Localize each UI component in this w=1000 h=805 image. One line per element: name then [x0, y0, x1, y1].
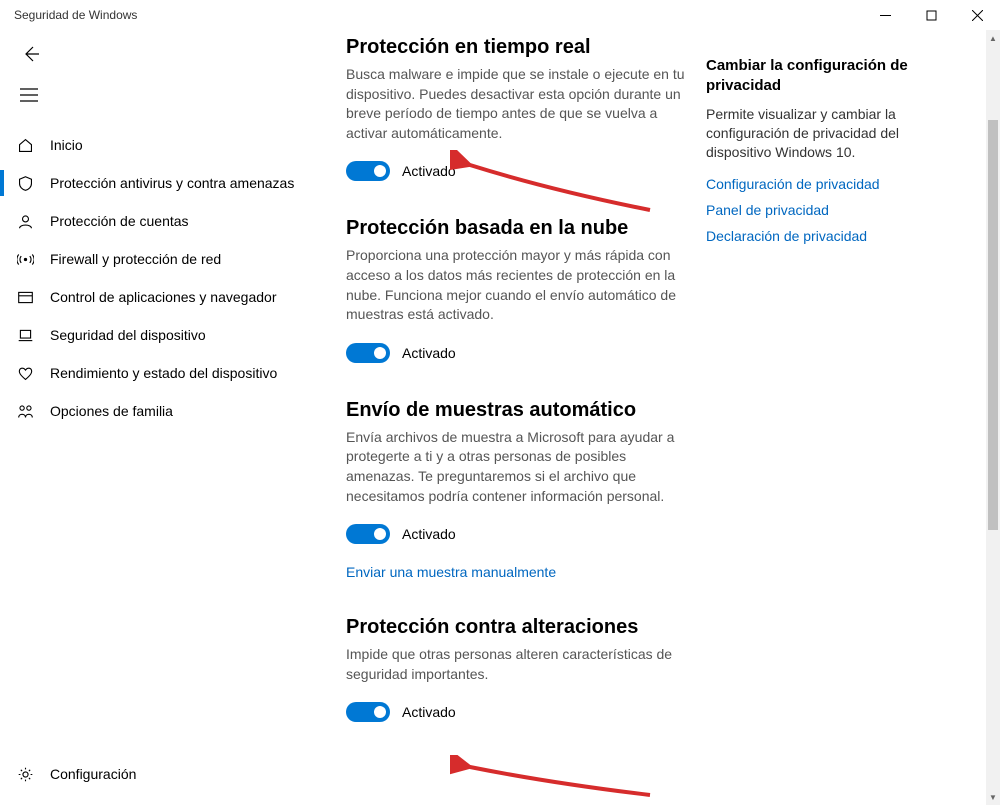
section-tamper-protection: Protección contra alteraciones Impide qu… — [346, 616, 694, 722]
maximize-button[interactable] — [908, 0, 954, 30]
link-privacy-settings[interactable]: Configuración de privacidad — [706, 176, 946, 192]
section-title: Protección basada en la nube — [346, 217, 694, 240]
nav-item-device-security[interactable]: Seguridad del dispositivo — [0, 316, 322, 354]
toggle-realtime-protection[interactable] — [346, 161, 390, 181]
window-icon — [16, 288, 34, 306]
nav-label: Opciones de familia — [50, 403, 173, 419]
nav-label: Control de aplicaciones y navegador — [50, 289, 276, 305]
close-button[interactable] — [954, 0, 1000, 30]
section-title: Protección en tiempo real — [346, 36, 694, 59]
section-title: Protección contra alteraciones — [346, 616, 694, 639]
heart-pulse-icon — [16, 364, 34, 382]
nav-item-account-protection[interactable]: Protección de cuentas — [0, 202, 322, 240]
window-controls — [862, 0, 1000, 30]
nav-label: Seguridad del dispositivo — [50, 327, 206, 343]
link-privacy-statement[interactable]: Declaración de privacidad — [706, 228, 946, 244]
right-panel-title: Cambiar la configuración de privacidad — [706, 56, 946, 95]
nav-list: Inicio Protección antivirus y contra ame… — [0, 126, 322, 430]
scroll-down-icon[interactable]: ▼ — [986, 789, 1000, 805]
right-panel-description: Permite visualizar y cambiar la configur… — [706, 105, 946, 162]
nav-label: Configuración — [50, 766, 136, 782]
family-icon — [16, 402, 34, 420]
section-cloud-protection: Protección basada en la nube Proporciona… — [346, 217, 694, 362]
nav-label: Protección de cuentas — [50, 213, 189, 229]
toggle-cloud-protection[interactable] — [346, 343, 390, 363]
right-panel: Cambiar la configuración de privacidad P… — [706, 36, 946, 805]
section-automatic-sample-submission: Envío de muestras automático Envía archi… — [346, 399, 694, 580]
toggle-automatic-sample[interactable] — [346, 524, 390, 544]
nav-item-device-performance[interactable]: Rendimiento y estado del dispositivo — [0, 354, 322, 392]
nav-label: Rendimiento y estado del dispositivo — [50, 365, 277, 381]
nav-label: Inicio — [50, 137, 83, 153]
window-title: Seguridad de Windows — [14, 8, 137, 22]
section-description: Busca malware e impide que se instale o … — [346, 65, 694, 143]
laptop-icon — [16, 326, 34, 344]
sidebar: Inicio Protección antivirus y contra ame… — [0, 30, 322, 805]
nav-item-settings[interactable]: Configuración — [0, 755, 322, 793]
toggle-state-label: Activado — [402, 526, 456, 542]
nav-item-family-options[interactable]: Opciones de familia — [0, 392, 322, 430]
hamburger-menu-button[interactable] — [20, 88, 38, 105]
section-description: Impide que otras personas alteren caract… — [346, 645, 694, 684]
window-titlebar: Seguridad de Windows — [0, 0, 1000, 30]
nav-item-virus-protection[interactable]: Protección antivirus y contra amenazas — [0, 164, 322, 202]
main-content: Protección en tiempo real Busca malware … — [322, 30, 1000, 805]
toggle-tamper-protection[interactable] — [346, 702, 390, 722]
nav-label: Firewall y protección de red — [50, 251, 221, 267]
nav-item-firewall[interactable]: Firewall y protección de red — [0, 240, 322, 278]
link-submit-sample-manually[interactable]: Enviar una muestra manualmente — [346, 564, 694, 580]
section-description: Envía archivos de muestra a Microsoft pa… — [346, 428, 694, 506]
toggle-state-label: Activado — [402, 163, 456, 179]
gear-icon — [16, 765, 34, 783]
toggle-state-label: Activado — [402, 345, 456, 361]
scrollbar-thumb[interactable] — [988, 120, 998, 530]
signal-icon — [16, 250, 34, 268]
minimize-button[interactable] — [862, 0, 908, 30]
toggle-state-label: Activado — [402, 704, 456, 720]
back-button[interactable] — [20, 43, 42, 65]
section-description: Proporciona una protección mayor y más r… — [346, 246, 694, 324]
shield-icon — [16, 174, 34, 192]
home-icon — [16, 136, 34, 154]
nav-item-app-browser-control[interactable]: Control de aplicaciones y navegador — [0, 278, 322, 316]
nav-item-home[interactable]: Inicio — [0, 126, 322, 164]
nav-label: Protección antivirus y contra amenazas — [50, 175, 294, 191]
scroll-up-icon[interactable]: ▲ — [986, 30, 1000, 46]
link-privacy-dashboard[interactable]: Panel de privacidad — [706, 202, 946, 218]
vertical-scrollbar[interactable]: ▲ ▼ — [986, 30, 1000, 805]
section-realtime-protection: Protección en tiempo real Busca malware … — [346, 36, 694, 181]
section-title: Envío de muestras automático — [346, 399, 694, 422]
person-icon — [16, 212, 34, 230]
